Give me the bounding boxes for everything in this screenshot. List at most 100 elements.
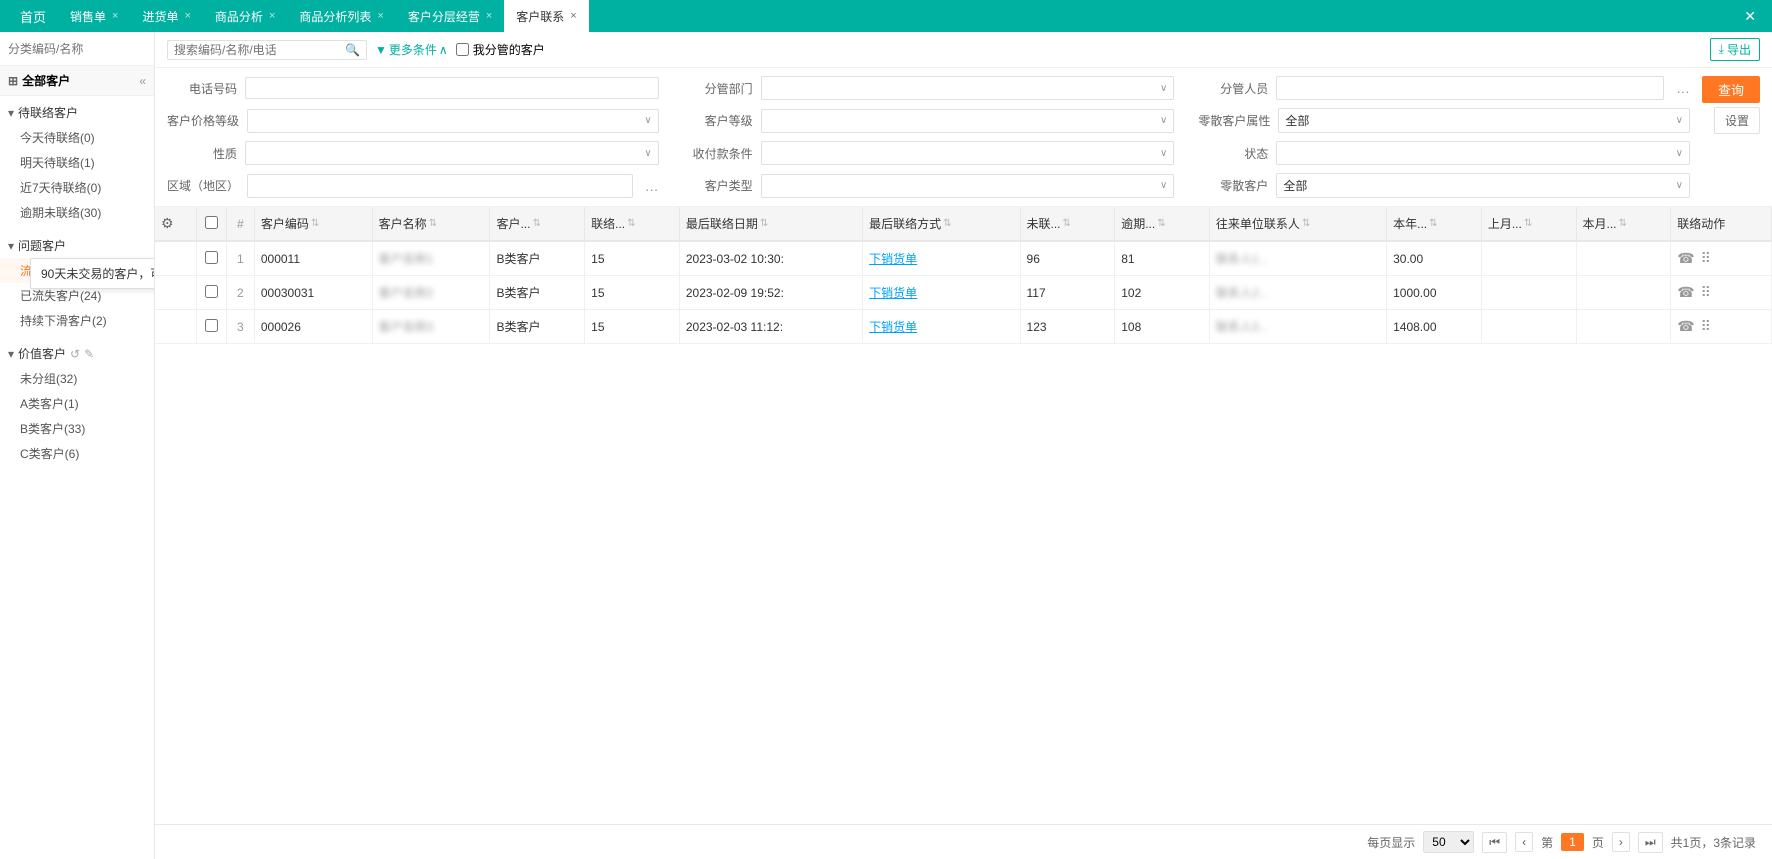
my-customers-checkbox[interactable]: 我分管的客户	[456, 41, 545, 58]
value-group-edit[interactable]: ✎	[84, 347, 94, 361]
this-year-col-header[interactable]: 本年... ⇅	[1387, 207, 1482, 241]
overdue-col-header[interactable]: 逾期... ⇅	[1115, 207, 1210, 241]
sidebar-item-7days[interactable]: 近7天待联络(0)	[0, 175, 154, 200]
retail-cust-select[interactable]: 全部 ∨	[1276, 173, 1690, 198]
value-group-refresh[interactable]: ↺	[70, 347, 80, 361]
prev-page-button[interactable]: ‹	[1515, 832, 1533, 852]
retail-cust-value: 全部	[1283, 177, 1307, 194]
tab-sales-close[interactable]: ×	[112, 10, 118, 22]
status-select[interactable]: ∨	[1276, 141, 1690, 165]
tab-analysis-close[interactable]: ×	[269, 10, 275, 22]
more-conditions-button[interactable]: ▼ 更多条件 ∧	[375, 41, 448, 58]
select-all-checkbox[interactable]	[205, 216, 218, 229]
region-dots[interactable]: …	[645, 178, 659, 194]
sidebar-collapse-button[interactable]: «	[139, 74, 146, 88]
row-checkbox[interactable]	[205, 285, 218, 298]
sidebar-group-problem-header[interactable]: ▾ 问题客户	[0, 233, 154, 258]
overdue-sort-icon: ⇅	[1157, 218, 1165, 229]
nature-select[interactable]: ∨	[245, 141, 659, 165]
overdue-col-label: 逾期...	[1121, 215, 1155, 232]
row-checkbox[interactable]	[205, 251, 218, 264]
sidebar-item-class-a[interactable]: A类客户(1)	[0, 391, 154, 416]
contact-col-header[interactable]: 联络... ⇅	[585, 207, 680, 241]
sidebar-item-unclassified[interactable]: 未分组(32)	[0, 366, 154, 391]
sidebar-item-tomorrow[interactable]: 明天待联络(1)	[0, 150, 154, 175]
row-uncontacted-cell: 123	[1020, 310, 1115, 344]
sidebar-search-input[interactable]	[8, 42, 155, 56]
more-action-icon[interactable]: ⠿	[1701, 250, 1711, 267]
last-month-col-header[interactable]: 上月... ⇅	[1481, 207, 1576, 241]
region-select[interactable]	[247, 174, 633, 198]
sidebar-group-pending-header[interactable]: ▾ 待联络客户	[0, 100, 154, 125]
more-action-icon[interactable]: ⠿	[1701, 318, 1711, 335]
tab-purchase-close[interactable]: ×	[184, 10, 190, 22]
row-checkbox[interactable]	[205, 319, 218, 332]
tab-sales[interactable]: 销售单 ×	[58, 0, 130, 32]
cust-type-select[interactable]: ∨	[761, 174, 1175, 198]
name-col-header[interactable]: 客户名称 ⇅	[372, 207, 490, 241]
sidebar-item-declining[interactable]: 持续下滑客户(2)	[0, 308, 154, 333]
sidebar-group-value-header[interactable]: ▾ 价值客户 ↺ ✎	[0, 341, 154, 366]
row-this-month-cell	[1576, 241, 1671, 276]
row-type-cell: B类客户	[490, 310, 585, 344]
payment-select[interactable]: ∨	[761, 141, 1175, 165]
row-num-cell: 1	[226, 241, 254, 276]
unit-contact-col-header[interactable]: 往来单位联系人 ⇅	[1209, 207, 1386, 241]
manager-select[interactable]	[1276, 76, 1664, 100]
last-page-button[interactable]: ⏭	[1638, 832, 1663, 853]
export-button[interactable]: ⤓ 导出	[1710, 38, 1760, 61]
manager-dots[interactable]: …	[1676, 80, 1690, 96]
retail-attr-select[interactable]: 全部 ∨	[1278, 108, 1690, 133]
price-level-select[interactable]: ∨	[247, 109, 659, 133]
contact-action-icon[interactable]: ☎	[1677, 250, 1694, 267]
sidebar-item-class-b[interactable]: B类客户(33)	[0, 416, 154, 441]
uncontacted-col-header[interactable]: 未联... ⇅	[1020, 207, 1115, 241]
row-action-cell: ☎ ⠿	[1671, 276, 1772, 310]
first-page-button[interactable]: ⏮	[1482, 832, 1507, 853]
filter-row-2: 客户价格等级 ∨ 客户等级 ∨	[167, 108, 1690, 133]
last-date-col-header[interactable]: 最后联络日期 ⇅	[679, 207, 862, 241]
row-name-value: 客户名称2	[379, 286, 434, 300]
row-last-method-link[interactable]: 下销货单	[869, 320, 917, 334]
main-search-input[interactable]	[174, 43, 345, 57]
tab-customer-layer[interactable]: 客户分层经营 ×	[396, 0, 504, 32]
name-sort-icon: ⇅	[429, 218, 437, 229]
cust-level-select[interactable]: ∨	[761, 109, 1175, 133]
settings-gear-icon[interactable]: ⚙	[161, 215, 174, 231]
window-close-button[interactable]: ✕	[1736, 8, 1764, 25]
sidebar-item-today[interactable]: 今天待联络(0)	[0, 125, 154, 150]
home-tab[interactable]: 首页	[8, 0, 58, 32]
main-search-icon[interactable]: 🔍	[345, 43, 360, 57]
this-month-col-label: 本月...	[1583, 215, 1617, 232]
contact-sort-icon: ⇅	[627, 218, 635, 229]
settings-col-header[interactable]: ⚙	[155, 207, 196, 241]
my-customers-check-input[interactable]	[456, 43, 469, 56]
row-last-method-link[interactable]: 下销货单	[869, 286, 917, 300]
tab-analysis-list[interactable]: 商品分析列表 ×	[287, 0, 395, 32]
this-month-col-header[interactable]: 本月... ⇅	[1576, 207, 1671, 241]
phone-input[interactable]	[245, 77, 659, 99]
code-col-header[interactable]: 客户编码 ⇅	[254, 207, 372, 241]
next-page-button[interactable]: ›	[1612, 832, 1630, 852]
tab-purchase[interactable]: 进货单 ×	[130, 0, 202, 32]
contact-action-icon[interactable]: ☎	[1677, 284, 1694, 301]
tab-customer-contact[interactable]: 客户联系 ×	[504, 0, 588, 32]
filter-row-4: 区域（地区） … 客户类型 ∨	[167, 173, 1690, 198]
tab-analysis-list-close[interactable]: ×	[377, 10, 383, 22]
dept-select[interactable]: ∨	[761, 76, 1175, 100]
tab-analysis[interactable]: 商品分析 ×	[203, 0, 287, 32]
more-action-icon[interactable]: ⠿	[1701, 284, 1711, 301]
contact-action-icon[interactable]: ☎	[1677, 318, 1694, 335]
last-month-col-label: 上月...	[1488, 215, 1522, 232]
last-method-col-header[interactable]: 最后联络方式 ⇅	[863, 207, 1020, 241]
query-button[interactable]: 查询	[1702, 76, 1760, 103]
tab-customer-layer-close[interactable]: ×	[486, 10, 492, 22]
sidebar-item-class-c[interactable]: C类客户(6)	[0, 441, 154, 466]
settings-button[interactable]: 设置	[1714, 107, 1760, 134]
row-last-method-link[interactable]: 下销货单	[869, 252, 917, 266]
page-size-select[interactable]: 50 20 100	[1423, 831, 1474, 853]
tab-customer-contact-close[interactable]: ×	[570, 10, 576, 22]
num-col-header: #	[226, 207, 254, 241]
type-col-header[interactable]: 客户... ⇅	[490, 207, 585, 241]
sidebar-item-overdue[interactable]: 逾期未联络(30)	[0, 200, 154, 225]
